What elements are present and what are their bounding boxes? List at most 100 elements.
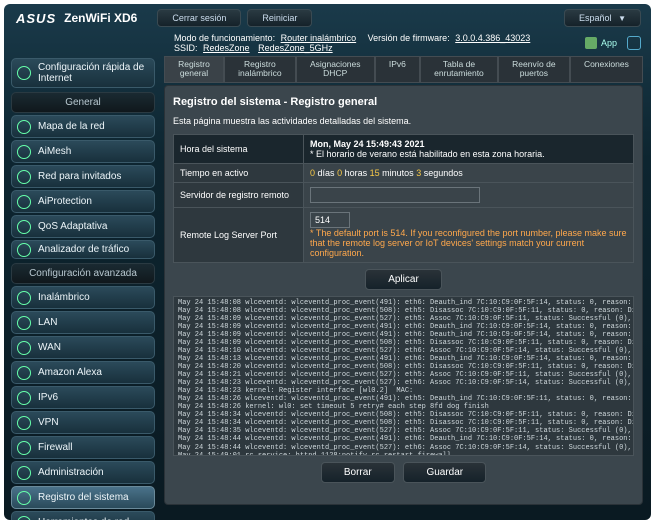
brand-logo: ASUS <box>16 11 56 26</box>
tab-5[interactable]: Reenvío de puertos <box>498 56 570 83</box>
sidebar-item-vpn[interactable]: VPN <box>11 411 155 434</box>
tab-2[interactable]: Asignaciones DHCP <box>296 56 375 83</box>
menu-icon <box>17 516 31 521</box>
main-content: Registro generalRegistro inalámbricoAsig… <box>162 56 651 520</box>
sidebar-quick-setup[interactable]: Configuración rápida de Internet <box>11 58 155 88</box>
sidebar-item-label: Registro del sistema <box>38 492 129 503</box>
mode-value[interactable]: Router inalámbrico <box>281 33 357 43</box>
menu-icon <box>17 220 31 234</box>
save-button[interactable]: Guardar <box>403 462 486 483</box>
menu-icon <box>17 291 31 305</box>
tab-1[interactable]: Registro inalámbrico <box>224 56 296 83</box>
tab-4[interactable]: Tabla de enrutamiento <box>420 56 498 83</box>
uptime-mins-num: 15 <box>370 168 380 178</box>
fw-label: Versión de firmware: <box>368 33 450 43</box>
sidebar-item-amazon-alexa[interactable]: Amazon Alexa <box>11 361 155 384</box>
menu-icon <box>17 316 31 330</box>
menu-icon <box>17 243 31 257</box>
tab-6[interactable]: Conexiones <box>570 56 643 83</box>
uptime-label: Tiempo en activo <box>174 163 304 182</box>
sidebar: Configuración rápida de Internet General… <box>4 56 162 520</box>
menu-icon <box>17 170 31 184</box>
remote-server-input[interactable] <box>310 187 480 203</box>
uptime-mins-txt: minutos <box>382 168 414 178</box>
system-time-note: * El horario de verano está habilitado e… <box>310 149 545 159</box>
menu-icon <box>17 391 31 405</box>
sidebar-item-label: IPv6 <box>38 392 58 403</box>
language-label: Español <box>579 13 612 23</box>
tab-0[interactable]: Registro general <box>164 56 224 83</box>
tab-3[interactable]: IPv6 <box>375 56 420 83</box>
sidebar-item-herramientas-de-red[interactable]: Herramientas de red <box>11 511 155 520</box>
sidebar-item-ipv6[interactable]: IPv6 <box>11 386 155 409</box>
uptime-secs-num: 3 <box>416 168 421 178</box>
menu-icon <box>17 341 31 355</box>
fw-value[interactable]: 3.0.0.4.386_43023 <box>455 33 530 43</box>
sidebar-item-registro-del-sistema[interactable]: Registro del sistema <box>11 486 155 509</box>
uptime-hours-txt: horas <box>345 168 368 178</box>
uptime-days-txt: días <box>318 168 335 178</box>
menu-icon <box>17 195 31 209</box>
sidebar-item-label: Amazon Alexa <box>38 367 102 378</box>
sidebar-item-label: Analizador de tráfico <box>38 244 129 255</box>
uptime-value: 0 días 0 horas 15 minutos 3 segundos <box>304 163 634 182</box>
menu-icon <box>17 366 31 380</box>
sidebar-item-firewall[interactable]: Firewall <box>11 436 155 459</box>
ssid-label: SSID: <box>174 43 198 53</box>
sidebar-item-qos-adaptativa[interactable]: QoS Adaptativa <box>11 215 155 238</box>
menu-icon <box>17 416 31 430</box>
sidebar-item-inalámbrico[interactable]: Inalámbrico <box>11 286 155 309</box>
sidebar-general-header: General <box>11 92 155 113</box>
widget-icon[interactable] <box>627 36 641 50</box>
sidebar-item-label: AiProtection <box>38 196 92 207</box>
mode-label: Modo de funcionamiento: <box>174 33 275 43</box>
reboot-button[interactable]: Reiniciar <box>247 9 312 27</box>
sidebar-item-mapa-de-la-red[interactable]: Mapa de la red <box>11 115 155 138</box>
sidebar-item-administración[interactable]: Administración <box>11 461 155 484</box>
app-link[interactable]: App <box>601 38 617 48</box>
sidebar-item-aiprotection[interactable]: AiProtection <box>11 190 155 213</box>
uptime-days-num: 0 <box>310 168 315 178</box>
sidebar-item-label: Red para invitados <box>38 171 121 182</box>
ssid-2[interactable]: RedesZone_5GHz <box>258 43 333 53</box>
log-textarea[interactable]: May 24 15:48:08 wlceventd: wlceventd_pro… <box>173 296 634 456</box>
globe-icon <box>17 66 31 80</box>
menu-icon <box>17 145 31 159</box>
uptime-secs-txt: segundos <box>424 168 463 178</box>
system-time-value: Mon, May 24 15:49:43 2021 <box>310 139 425 149</box>
app-icon[interactable] <box>585 37 597 49</box>
sidebar-item-red-para-invitados[interactable]: Red para invitados <box>11 165 155 188</box>
sidebar-item-lan[interactable]: LAN <box>11 311 155 334</box>
remote-port-note: * The default port is 514. If you reconf… <box>310 228 627 258</box>
language-selector[interactable]: Español ▼ <box>564 9 641 27</box>
sidebar-advanced-header: Configuración avanzada <box>11 263 155 284</box>
menu-icon <box>17 491 31 505</box>
sidebar-item-wan[interactable]: WAN <box>11 336 155 359</box>
sidebar-item-label: AiMesh <box>38 146 71 157</box>
remote-port-cell: * The default port is 514. If you reconf… <box>304 207 634 262</box>
sidebar-item-label: WAN <box>38 342 61 353</box>
status-row: Modo de funcionamiento: Router inalámbri… <box>4 30 651 56</box>
remote-server-label: Servidor de registro remoto <box>174 182 304 207</box>
chevron-down-icon: ▼ <box>618 14 626 23</box>
sidebar-item-label: Firewall <box>38 442 72 453</box>
config-table: Hora del sistema Mon, May 24 15:49:43 20… <box>173 134 634 263</box>
menu-icon <box>17 466 31 480</box>
page-title: Registro del sistema - Registro general <box>173 96 634 108</box>
system-time-label: Hora del sistema <box>174 134 304 163</box>
remote-port-input[interactable] <box>310 212 350 228</box>
sidebar-item-label: Administración <box>38 467 104 478</box>
clear-button[interactable]: Borrar <box>321 462 395 483</box>
sidebar-item-analizador-de-tráfico[interactable]: Analizador de tráfico <box>11 240 155 259</box>
sidebar-item-label: Mapa de la red <box>38 121 105 132</box>
ssid-1[interactable]: RedesZone <box>203 43 250 53</box>
panel: Registro del sistema - Registro general … <box>164 85 643 505</box>
apply-button[interactable]: Aplicar <box>365 269 442 290</box>
sidebar-item-aimesh[interactable]: AiMesh <box>11 140 155 163</box>
remote-port-label: Remote Log Server Port <box>174 207 304 262</box>
sidebar-item-label: QoS Adaptativa <box>38 221 108 232</box>
top-bar: ASUS ZenWiFi XD6 Cerrar sesión Reiniciar… <box>4 4 651 30</box>
sidebar-item-label: VPN <box>38 417 59 428</box>
sidebar-item-label: LAN <box>38 317 57 328</box>
logout-button[interactable]: Cerrar sesión <box>157 9 241 27</box>
